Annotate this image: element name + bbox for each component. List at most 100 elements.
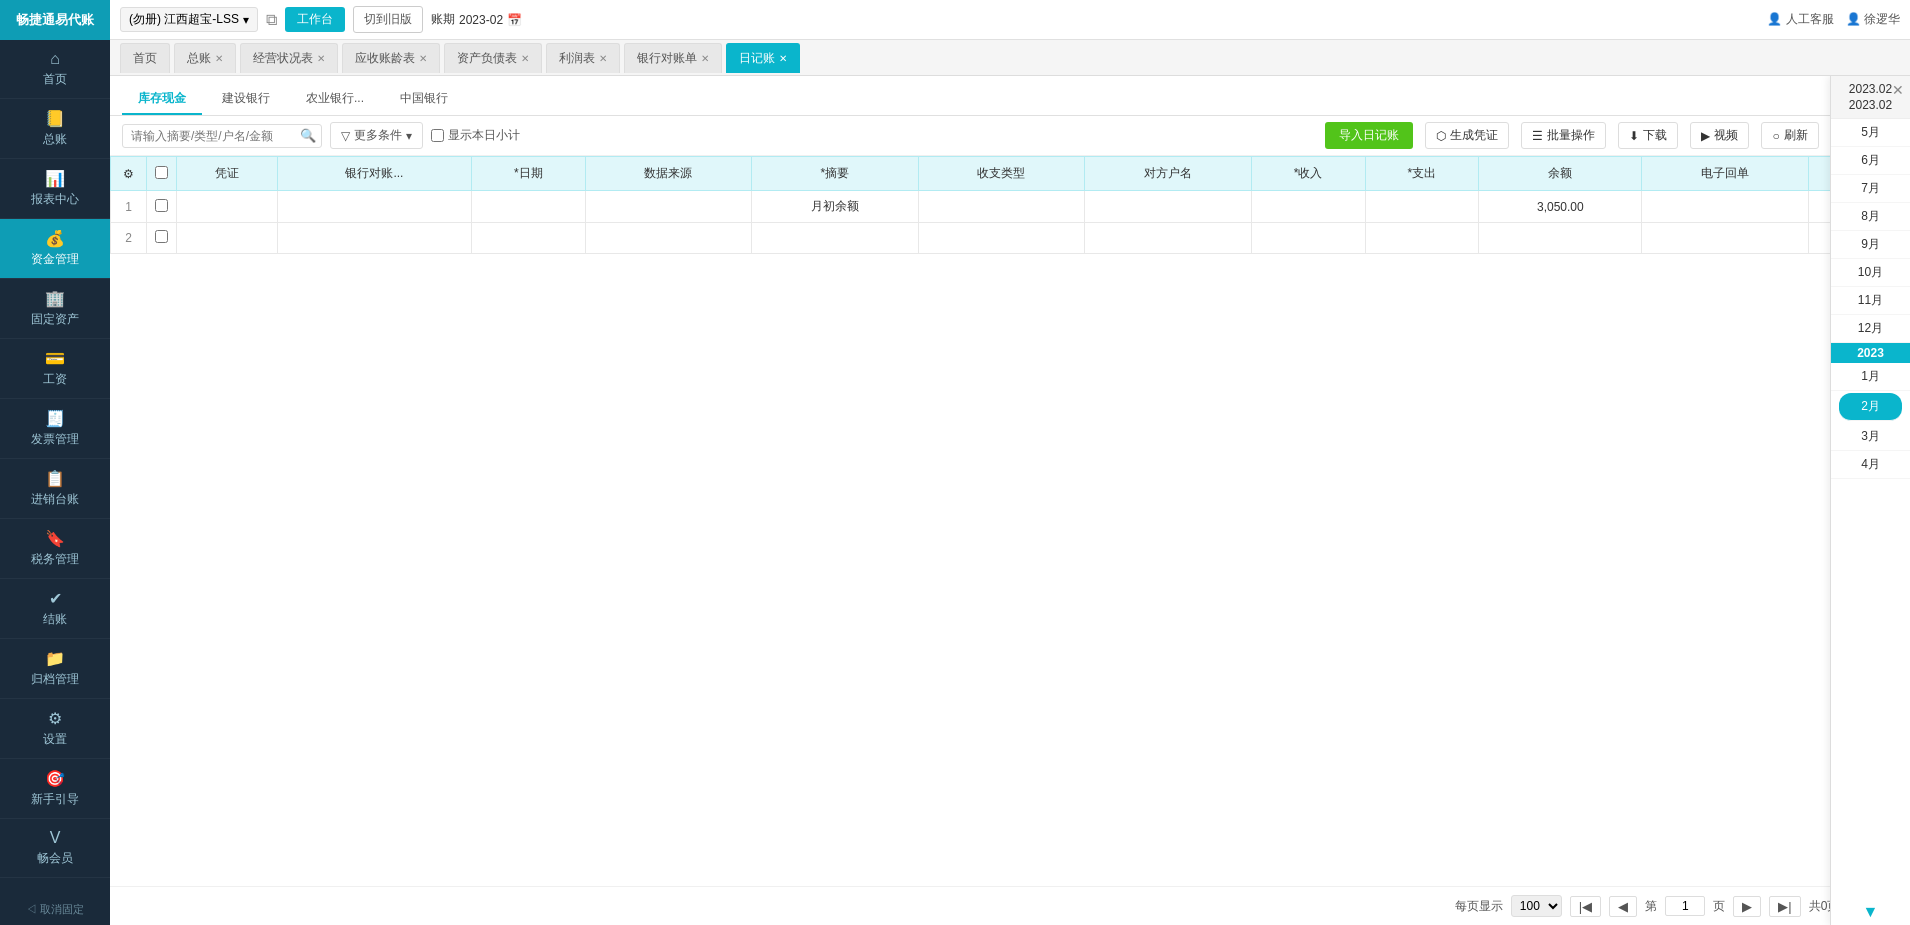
col-balance: 余额 bbox=[1479, 157, 1642, 191]
show-daily-total-checkbox[interactable] bbox=[431, 129, 444, 142]
user-avatar[interactable]: 👤 徐逻华 bbox=[1846, 11, 1900, 28]
tab-ledger[interactable]: 总账 ✕ bbox=[174, 43, 236, 73]
tab-journal[interactable]: 日记账 ✕ bbox=[726, 43, 800, 73]
date-month-11[interactable]: 11月 bbox=[1831, 287, 1910, 315]
sidebar-item-ledger[interactable]: 📒 总账 bbox=[0, 99, 110, 159]
sidebar-item-member[interactable]: V 畅会员 bbox=[0, 819, 110, 878]
row1-bank-match bbox=[278, 191, 472, 223]
tab-assets-close[interactable]: ✕ bbox=[521, 53, 529, 64]
tab-status-close[interactable]: ✕ bbox=[317, 53, 325, 64]
calendar-icon[interactable]: 📅 bbox=[507, 13, 522, 27]
last-page-button[interactable]: ▶| bbox=[1769, 896, 1800, 917]
company-name: (勿册) 江西超宝-LSS bbox=[129, 11, 239, 28]
tab-status[interactable]: 经营状况表 ✕ bbox=[240, 43, 338, 73]
refresh-icon: ○ bbox=[1772, 129, 1779, 143]
sidebar-item-reports[interactable]: 📊 报表中心 bbox=[0, 159, 110, 219]
sidebar: 畅捷通易代账 ⌂ 首页 📒 总账 📊 报表中心 💰 资金管理 🏢 固定资产 💳 … bbox=[0, 0, 110, 925]
prev-page-button[interactable]: ◀ bbox=[1609, 896, 1637, 917]
date-month-8[interactable]: 8月 bbox=[1831, 203, 1910, 231]
col-counterpart: 对方户名 bbox=[1085, 157, 1252, 191]
sidebar-item-guide[interactable]: 🎯 新手引导 bbox=[0, 759, 110, 819]
sidebar-item-sales[interactable]: 📋 进销台账 bbox=[0, 459, 110, 519]
sidebar-item-archive[interactable]: 📁 归档管理 bbox=[0, 639, 110, 699]
sidebar-item-settings[interactable]: ⚙ 设置 bbox=[0, 699, 110, 759]
sales-icon: 📋 bbox=[45, 469, 65, 488]
select-all-checkbox[interactable] bbox=[155, 166, 168, 179]
generate-voucher-button[interactable]: ⬡ 生成凭证 bbox=[1425, 122, 1509, 149]
date-month-12[interactable]: 12月 bbox=[1831, 315, 1910, 343]
row2-summary bbox=[752, 223, 919, 254]
date-month-3-2023[interactable]: 3月 bbox=[1831, 423, 1910, 451]
company-selector[interactable]: (勿册) 江西超宝-LSS ▾ bbox=[120, 7, 258, 32]
period-value: 2023-02 bbox=[459, 13, 503, 27]
tab-journal-close[interactable]: ✕ bbox=[779, 53, 787, 64]
sidebar-item-close[interactable]: ✔ 结账 bbox=[0, 579, 110, 639]
col-settings[interactable]: ⚙ bbox=[111, 157, 147, 191]
sidebar-item-invoice[interactable]: 🧾 发票管理 bbox=[0, 399, 110, 459]
batch-operation-button[interactable]: ☰ 批量操作 bbox=[1521, 122, 1606, 149]
per-page-label: 每页显示 bbox=[1455, 898, 1503, 915]
bank-tab-jianshe[interactable]: 建设银行 bbox=[206, 84, 286, 115]
bank-tab-nongye[interactable]: 农业银行... bbox=[290, 84, 380, 115]
sidebar-item-tax[interactable]: 🔖 税务管理 bbox=[0, 519, 110, 579]
refresh-button[interactable]: ○ 刷新 bbox=[1761, 122, 1818, 149]
sidebar-item-home-label: 首页 bbox=[43, 71, 67, 88]
first-page-button[interactable]: |◀ bbox=[1570, 896, 1601, 917]
download-label: 下载 bbox=[1643, 127, 1667, 144]
col-summary: *摘要 bbox=[752, 157, 919, 191]
switch-old-button[interactable]: 切到旧版 bbox=[353, 6, 423, 33]
date-nav-down-btn[interactable]: ▼ bbox=[1831, 899, 1910, 925]
workbench-button[interactable]: 工作台 bbox=[285, 7, 345, 32]
bank-tab-cash[interactable]: 库存现金 bbox=[122, 84, 202, 115]
date-month-10[interactable]: 10月 bbox=[1831, 259, 1910, 287]
date-month-5[interactable]: 5月 bbox=[1831, 119, 1910, 147]
col-check[interactable] bbox=[147, 157, 177, 191]
sidebar-item-fixed[interactable]: 🏢 固定资产 bbox=[0, 279, 110, 339]
tab-profit-close[interactable]: ✕ bbox=[599, 53, 607, 64]
tab-bank-match[interactable]: 银行对账单 ✕ bbox=[624, 43, 722, 73]
row1-checkbox[interactable] bbox=[155, 199, 168, 212]
tab-journal-label: 日记账 bbox=[739, 50, 775, 67]
company-dropdown-icon: ▾ bbox=[243, 13, 249, 27]
search-input[interactable] bbox=[122, 124, 322, 148]
sidebar-item-member-label: 畅会员 bbox=[37, 850, 73, 867]
date-panel-close-btn[interactable]: ✕ bbox=[1892, 82, 1904, 98]
date-month-6[interactable]: 6月 bbox=[1831, 147, 1910, 175]
per-page-select[interactable]: 100 50 200 bbox=[1511, 895, 1562, 917]
date-month-4-2023[interactable]: 4月 bbox=[1831, 451, 1910, 479]
tab-assets[interactable]: 资产负债表 ✕ bbox=[444, 43, 542, 73]
capital-icon: 💰 bbox=[45, 229, 65, 248]
copy-icon[interactable]: ⧉ bbox=[266, 11, 277, 29]
date-month-9[interactable]: 9月 bbox=[1831, 231, 1910, 259]
download-button[interactable]: ⬇ 下载 bbox=[1618, 122, 1678, 149]
tab-bank-match-close[interactable]: ✕ bbox=[701, 53, 709, 64]
tab-ledger-close[interactable]: ✕ bbox=[215, 53, 223, 64]
tab-profit[interactable]: 利润表 ✕ bbox=[546, 43, 620, 73]
date-month-2-2023[interactable]: 2月 bbox=[1839, 393, 1902, 421]
date-month-1-2023[interactable]: 1月 bbox=[1831, 363, 1910, 391]
bank-tab-zhongguo[interactable]: 中国银行 bbox=[384, 84, 464, 115]
tab-bar: 首页 总账 ✕ 经营状况表 ✕ 应收账龄表 ✕ 资产负债表 ✕ 利润表 ✕ 银行… bbox=[110, 40, 1910, 76]
unpin-sidebar-btn[interactable]: ◁ 取消固定 bbox=[0, 894, 110, 925]
sidebar-item-home[interactable]: ⌂ 首页 bbox=[0, 40, 110, 99]
row2-checkbox[interactable] bbox=[155, 230, 168, 243]
sidebar-item-capital[interactable]: 💰 资金管理 bbox=[0, 219, 110, 279]
video-button[interactable]: ▶ 视频 bbox=[1690, 122, 1749, 149]
page-number-input[interactable] bbox=[1665, 896, 1705, 916]
filter-button[interactable]: ▽ 更多条件 ▾ bbox=[330, 122, 423, 149]
tab-receivable-close[interactable]: ✕ bbox=[419, 53, 427, 64]
sidebar-item-salary[interactable]: 💳 工资 bbox=[0, 339, 110, 399]
tab-home-label: 首页 bbox=[133, 50, 157, 67]
row2-expense bbox=[1365, 223, 1479, 254]
row2-check[interactable] bbox=[147, 223, 177, 254]
show-daily-total-checkbox-label[interactable]: 显示本日小计 bbox=[431, 127, 520, 144]
next-page-button[interactable]: ▶ bbox=[1733, 896, 1761, 917]
date-month-7[interactable]: 7月 bbox=[1831, 175, 1910, 203]
download-icon: ⬇ bbox=[1629, 129, 1639, 143]
customer-service-btn[interactable]: 👤 人工客服 bbox=[1767, 11, 1833, 28]
main-toolbar: 🔍 ▽ 更多条件 ▾ 显示本日小计 导入日记账 ⬡ 生成凭证 bbox=[110, 116, 1910, 156]
tab-receivable[interactable]: 应收账龄表 ✕ bbox=[342, 43, 440, 73]
row1-check[interactable] bbox=[147, 191, 177, 223]
tab-home[interactable]: 首页 bbox=[120, 43, 170, 73]
import-journal-button[interactable]: 导入日记账 bbox=[1325, 122, 1413, 149]
